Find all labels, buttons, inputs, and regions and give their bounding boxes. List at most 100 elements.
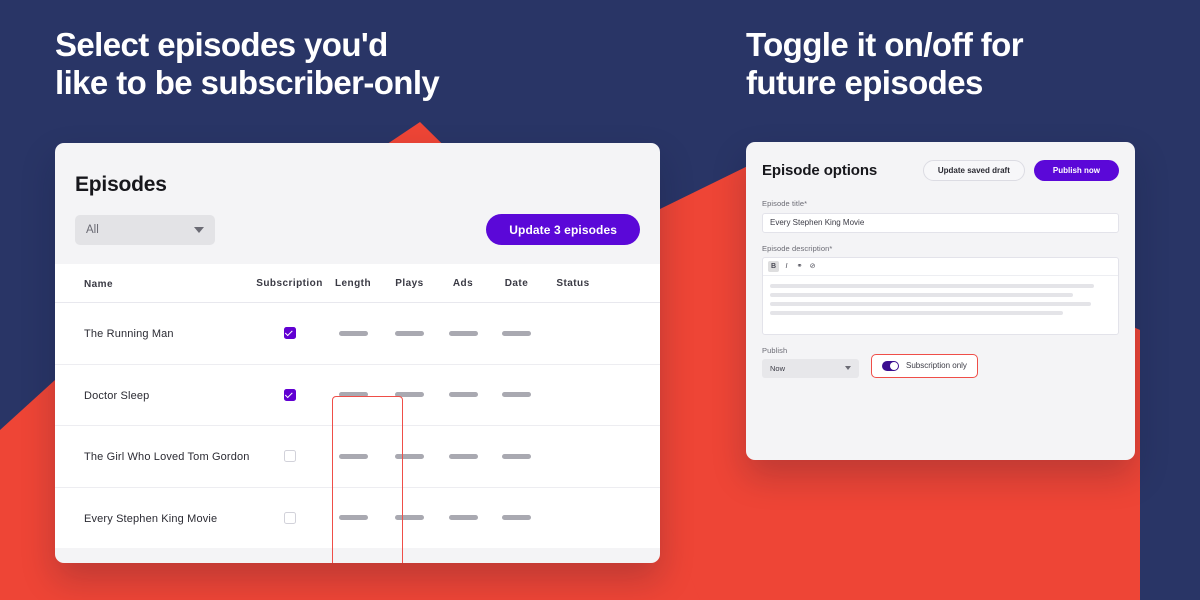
link-icon[interactable]: ⚭ (794, 261, 805, 272)
placeholder-line (770, 292, 1074, 297)
table-row[interactable]: Every Stephen King Movie (55, 488, 660, 549)
episode-title-label: Episode title* (762, 199, 808, 208)
episode-options-header: Episode options Update saved draft Publi… (762, 160, 1119, 181)
toggle-knob (890, 361, 898, 370)
table-header-row: Name Subscription Length Plays Ads Date … (55, 264, 660, 303)
placeholder-bar (448, 330, 478, 336)
publish-select[interactable]: Now (762, 358, 859, 378)
column-header-ads: Ads (452, 277, 474, 289)
subscription-only-control[interactable]: Subscription only (871, 353, 978, 378)
cell-ads (437, 330, 489, 336)
episode-name: The Girl Who Loved Tom Gordon (84, 451, 250, 464)
editor-toolbar: B I ⚭ ⊘ (763, 258, 1118, 276)
episode-description-label: Episode description* (762, 243, 833, 253)
cell-date (489, 453, 544, 459)
italic-icon[interactable]: I (781, 261, 792, 272)
episodes-toolbar: All Update 3 episodes (75, 214, 640, 264)
cell-subscription (255, 327, 324, 340)
description-editor-body[interactable] (763, 276, 1118, 334)
update-saved-draft-button[interactable]: Update saved draft (922, 160, 1025, 181)
cell-plays (382, 392, 437, 398)
episode-options-body: Episode options Update saved draft Publi… (746, 142, 1135, 335)
episode-name: The Running Man (84, 328, 174, 341)
cell-length (324, 392, 382, 398)
placeholder-bar (395, 515, 424, 521)
subscription-checkbox-unchecked[interactable] (283, 511, 296, 524)
episode-title-input[interactable] (762, 212, 1119, 233)
column-header-name: Name (84, 279, 114, 290)
cell-name: Every Stephen King Movie (55, 509, 255, 527)
update-episodes-button[interactable]: Update 3 episodes (486, 214, 640, 245)
subscription-only-toggle[interactable] (882, 360, 899, 371)
table-row[interactable]: The Running Man (55, 303, 660, 365)
table-row[interactable]: Doctor Sleep (55, 365, 660, 426)
cell-name: Doctor Sleep (55, 386, 255, 404)
cell-name: The Running Man (55, 324, 255, 342)
episode-title-group: Episode title* (762, 199, 1119, 233)
cell-date (489, 515, 544, 521)
episodes-table: Name Subscription Length Plays Ads Date … (55, 264, 660, 548)
placeholder-bar (338, 392, 368, 398)
placeholder-bar (448, 392, 478, 398)
publish-label: Publish (762, 345, 788, 355)
subscription-checkbox-checked[interactable] (283, 388, 296, 401)
cell-subscription (255, 388, 324, 401)
publish-select-value: Now (770, 363, 786, 373)
episodes-card-header: Episodes All Update 3 episodes (55, 143, 660, 264)
placeholder-bar (502, 453, 531, 459)
placeholder-bar (502, 330, 531, 336)
cell-subscription (255, 450, 324, 463)
headline-right: Toggle it on/off for future episodes (746, 26, 1024, 102)
filter-select[interactable]: All (75, 214, 215, 245)
bold-icon[interactable]: B (768, 260, 779, 272)
cell-length (324, 330, 382, 336)
page-title: Episodes (75, 173, 167, 196)
cell-date (489, 392, 544, 398)
placeholder-bar (338, 515, 368, 521)
publish-row: Publish Now Subscription only (746, 335, 1135, 378)
subscription-only-label: Subscription only (906, 361, 967, 370)
column-header-status: Status (556, 277, 590, 289)
cell-ads (437, 515, 489, 521)
placeholder-bar (395, 392, 424, 398)
column-header-subscription: Subscription (256, 277, 323, 289)
placeholder-bar (502, 392, 531, 398)
placeholder-line (770, 301, 1091, 306)
placeholder-bar (502, 515, 531, 521)
cell-date (489, 330, 544, 336)
cell-name: The Girl Who Loved Tom Gordon (55, 447, 255, 465)
cell-subscription (255, 511, 324, 524)
chevron-down-icon (194, 226, 204, 233)
column-header-date: Date (504, 277, 529, 289)
cell-plays (382, 453, 437, 459)
cell-length (324, 515, 382, 521)
subscription-checkbox-unchecked[interactable] (283, 450, 296, 463)
subscription-checkbox-checked[interactable] (283, 327, 296, 340)
placeholder-line (770, 283, 1094, 288)
table-header: Name Subscription Length Plays Ads Date … (55, 264, 660, 303)
placeholder-bar (448, 515, 478, 521)
table-body: The Running Man Doctor Sleep The Girl Who … (55, 303, 660, 548)
episode-options-actions: Update saved draft Publish now (922, 160, 1119, 181)
episode-options-title: Episode options (762, 162, 878, 179)
publish-now-button[interactable]: Publish now (1033, 160, 1119, 181)
episode-options-card: Episode options Update saved draft Publi… (746, 142, 1135, 460)
placeholder-line (770, 310, 1064, 315)
unlink-icon[interactable]: ⊘ (807, 261, 818, 272)
episode-name: Every Stephen King Movie (84, 512, 218, 525)
cell-ads (437, 453, 489, 459)
description-editor[interactable]: B I ⚭ ⊘ (762, 256, 1119, 335)
table-row[interactable]: The Girl Who Loved Tom Gordon (55, 426, 660, 488)
filter-select-value: All (86, 223, 99, 236)
placeholder-bar (395, 453, 424, 459)
episodes-card: Episodes All Update 3 episodes Name Subs… (55, 143, 660, 563)
chevron-down-icon (845, 366, 851, 370)
column-header-length: Length (334, 277, 372, 289)
publish-group: Publish Now (762, 346, 859, 378)
cell-plays (382, 515, 437, 521)
placeholder-bar (338, 453, 368, 459)
screenshot-stage: Select episodes you'd like to be subscri… (0, 0, 1200, 600)
placeholder-bar (395, 330, 424, 336)
column-header-plays: Plays (395, 277, 424, 289)
